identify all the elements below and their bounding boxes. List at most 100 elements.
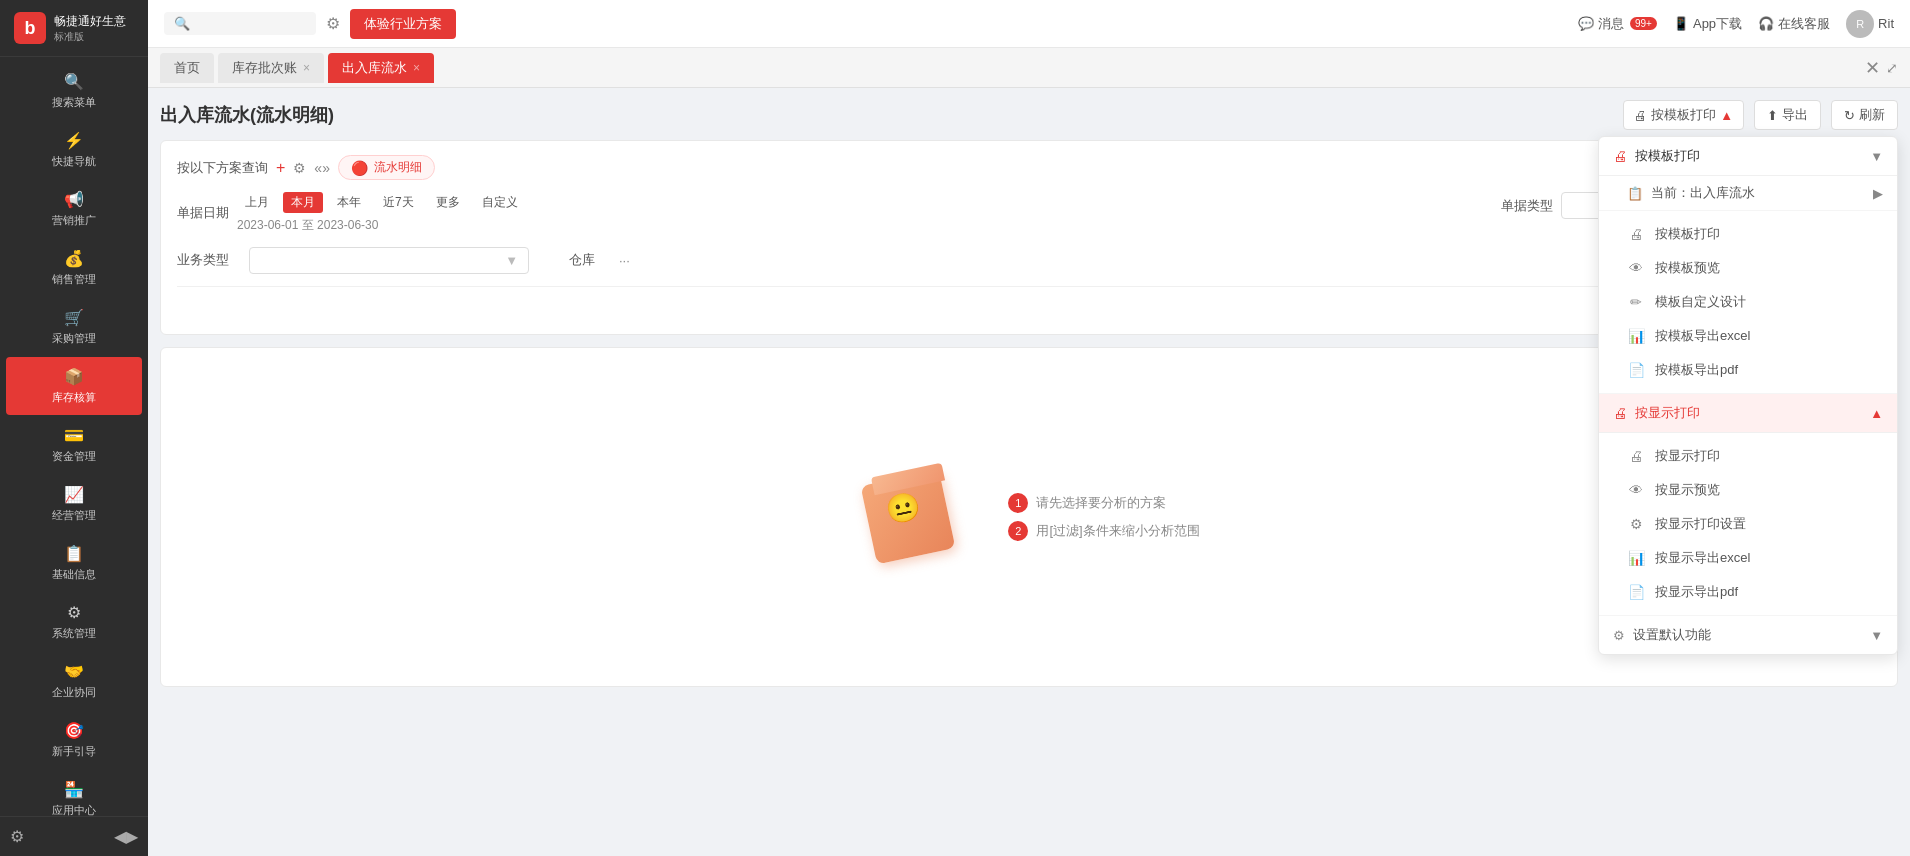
display-export-excel-item[interactable]: 📊 按显示导出excel (1599, 541, 1897, 575)
date-tab-this-month[interactable]: 本月 (283, 192, 323, 213)
empty-step-2: 2 用[过滤]条件来缩小分析范围 (1008, 521, 1199, 541)
tab-flow-close-icon[interactable]: × (413, 61, 420, 75)
sidebar-item-inventory[interactable]: 📦 库存核算 (6, 357, 142, 415)
current-icon: 📋 (1627, 186, 1643, 201)
print-dropdown-button[interactable]: 🖨 按模板打印 ▲ (1623, 100, 1744, 130)
tab-bar-controls: ✕ ⤢ (1865, 57, 1898, 79)
search-box[interactable]: 🔍 (164, 12, 316, 35)
sidebar-item-search[interactable]: 🔍 搜索菜单 (6, 62, 142, 120)
collapse-sidebar-icon[interactable]: ◀▶ (114, 827, 138, 846)
refresh-button[interactable]: ↻ 刷新 (1831, 100, 1898, 130)
date-tab-last-month[interactable]: 上月 (237, 192, 277, 213)
sidebar-footer: ⚙ ◀▶ (0, 816, 148, 856)
dropdown-footer[interactable]: ⚙ 设置默认功能 ▼ (1599, 616, 1897, 654)
page-actions: 🖨 按模板打印 ▲ ⬆ 导出 ↻ 刷新 (1623, 100, 1898, 130)
settings-icon[interactable]: ⚙ (10, 827, 24, 846)
display-preview-item[interactable]: 👁 按显示预览 (1599, 473, 1897, 507)
sidebar-item-guide[interactable]: 🎯 新手引导 (6, 711, 142, 769)
sidebar-item-apps[interactable]: 🏪 应用中心 (6, 770, 142, 816)
apps-nav-label: 应用中心 (52, 803, 96, 816)
template-export-excel-item[interactable]: 📊 按模板导出excel (1599, 319, 1897, 353)
step-1-text: 请先选择要分析的方案 (1036, 494, 1166, 512)
sidebar: b 畅捷通好生意 标准版 🔍 搜索菜单 ⚡ 快捷导航 📢 营销推广 💰 销售管理… (0, 0, 148, 856)
date-tab-this-year[interactable]: 本年 (329, 192, 369, 213)
template-print-icon: 🖨 (1613, 148, 1627, 164)
message-icon: 💬 (1578, 16, 1594, 31)
sidebar-item-operation[interactable]: 📈 经营管理 (6, 475, 142, 533)
filter-gear-icon[interactable]: ⚙ (293, 160, 306, 176)
refresh-icon: ↻ (1844, 108, 1855, 123)
template-export-pdf-item[interactable]: 📄 按模板导出pdf (1599, 353, 1897, 387)
tab-flow[interactable]: 出入库流水 × (328, 53, 434, 83)
biz-type-select[interactable]: ▼ (249, 247, 529, 274)
edition-label: 标准版 (54, 30, 126, 44)
biz-type-label: 业务类型 (177, 251, 229, 269)
template-items-section: 🖨 按模板打印 👁 按模板预览 ✏ 模板自定义设计 📊 按模板导出excel 📄… (1599, 211, 1897, 394)
date-range-display: 2023-06-01 至 2023-06-30 (237, 217, 526, 234)
industry-solution-button[interactable]: 体验行业方案 (350, 9, 456, 39)
sidebar-item-quick[interactable]: ⚡ 快捷导航 (6, 121, 142, 179)
tab-home[interactable]: 首页 (160, 53, 214, 83)
date-tab-7days[interactable]: 近7天 (375, 192, 422, 213)
tab-flow-label: 出入库流水 (342, 59, 407, 77)
search-nav-icon: 🔍 (64, 72, 84, 91)
topbar-right: 💬 消息 99+ 📱 App下载 🎧 在线客服 R Rit (1578, 10, 1894, 38)
date-tab-custom[interactable]: 自定义 (474, 192, 526, 213)
warehouse-more-icon[interactable]: ··· (619, 253, 630, 268)
display-export-pdf-item[interactable]: 📄 按显示导出pdf (1599, 575, 1897, 609)
date-tab-more[interactable]: 更多 (428, 192, 468, 213)
export-button[interactable]: ⬆ 导出 (1754, 100, 1821, 130)
search-input[interactable] (196, 17, 306, 31)
tab-batch[interactable]: 库存批次账 × (218, 53, 324, 83)
filter-add-icon[interactable]: + (276, 159, 285, 177)
sidebar-item-sales[interactable]: 💰 销售管理 (6, 239, 142, 297)
filter-tag-label: 流水明细 (374, 159, 422, 176)
message-label: 消息 (1598, 15, 1624, 33)
display-print-item-icon: 🖨 (1627, 448, 1645, 464)
sidebar-logo: b 畅捷通好生意 标准版 (0, 0, 148, 57)
settings-gear-icon[interactable]: ⚙ (326, 14, 340, 33)
sidebar-item-basic[interactable]: 📋 基础信息 (6, 534, 142, 592)
marketing-nav-icon: 📢 (64, 190, 84, 209)
filter-tag[interactable]: 🔴 流水明细 (338, 155, 435, 180)
tab-bar-close-icon[interactable]: ✕ (1865, 57, 1880, 79)
print-chevron-up-icon: ▲ (1720, 108, 1733, 123)
template-preview-item[interactable]: 👁 按模板预览 (1599, 251, 1897, 285)
tab-batch-close-icon[interactable]: × (303, 61, 310, 75)
sidebar-item-purchase[interactable]: 🛒 采购管理 (6, 298, 142, 356)
sidebar-item-marketing[interactable]: 📢 营销推广 (6, 180, 142, 238)
sales-nav-label: 销售管理 (52, 272, 96, 287)
online-service-button[interactable]: 🎧 在线客服 (1758, 15, 1830, 33)
refresh-label: 刷新 (1859, 106, 1885, 124)
date-filter: 上月 本月 本年 近7天 更多 自定义 2023-06-01 至 2023-06… (237, 192, 526, 234)
default-settings-icon: ⚙ (1613, 628, 1625, 643)
template-print-item[interactable]: 🖨 按模板打印 (1599, 217, 1897, 251)
dropdown-display-print-header[interactable]: 🖨 按显示打印 ▲ (1599, 394, 1897, 433)
dropdown-template-print-header[interactable]: 🖨 按模板打印 ▼ (1599, 137, 1897, 176)
message-button[interactable]: 💬 消息 99+ (1578, 15, 1657, 33)
app-download-button[interactable]: 📱 App下载 (1673, 15, 1742, 33)
filter-tag-icon: 🔴 (351, 160, 368, 176)
template-print-item-label: 按模板打印 (1655, 225, 1720, 243)
display-print-item[interactable]: 🖨 按显示打印 (1599, 439, 1897, 473)
sidebar-item-system[interactable]: ⚙ 系统管理 (6, 593, 142, 651)
user-profile[interactable]: R Rit (1846, 10, 1894, 38)
message-badge: 99+ (1630, 17, 1657, 30)
filter-collapse-icon[interactable]: «» (314, 160, 330, 176)
template-print-section-label: 按模板打印 (1635, 147, 1700, 165)
sidebar-item-collab[interactable]: 🤝 企业协同 (6, 652, 142, 710)
date-label: 单据日期 (177, 204, 229, 222)
dropdown-current-item[interactable]: 📋 当前：出入库流水 ▶ (1599, 176, 1897, 211)
phone-icon: 📱 (1673, 16, 1689, 31)
footer-arrow-icon: ▼ (1870, 628, 1883, 643)
dropdown-panel: 🖨 按模板打印 ▼ 📋 当前：出入库流水 ▶ 🖨 按模板打印 👁 按模板预览 ✏… (1598, 136, 1898, 655)
step-2-text: 用[过滤]条件来缩小分析范围 (1036, 522, 1199, 540)
display-preview-item-icon: 👁 (1627, 482, 1645, 498)
template-design-item[interactable]: ✏ 模板自定义设计 (1599, 285, 1897, 319)
template-excel-icon: 📊 (1627, 328, 1645, 344)
tab-bar-expand-icon[interactable]: ⤢ (1886, 60, 1898, 76)
display-print-settings-item[interactable]: ⚙ 按显示打印设置 (1599, 507, 1897, 541)
sidebar-item-finance[interactable]: 💳 资金管理 (6, 416, 142, 474)
display-excel-icon: 📊 (1627, 550, 1645, 566)
system-nav-icon: ⚙ (67, 603, 81, 622)
